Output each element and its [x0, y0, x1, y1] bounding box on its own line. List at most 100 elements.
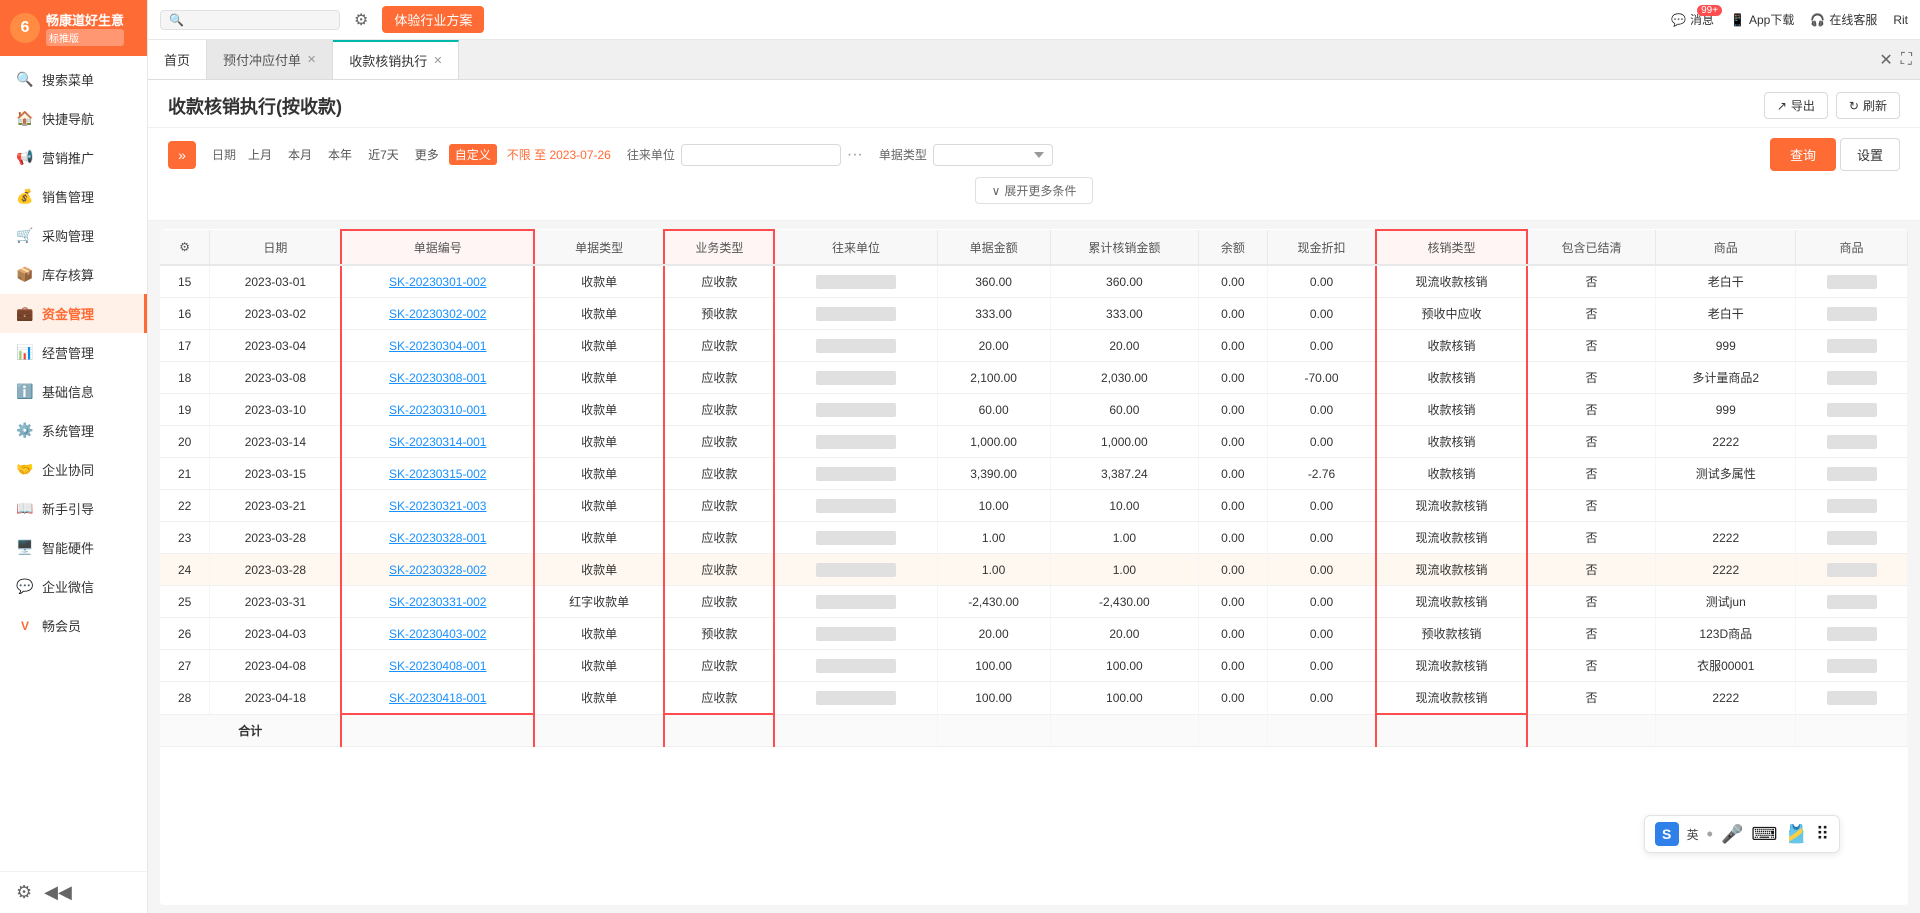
cell-cash-discount: 0.00 — [1267, 330, 1376, 362]
cell-doc-type: 收款单 — [534, 522, 664, 554]
tab-collection[interactable]: 收款核销执行 ✕ — [333, 40, 459, 79]
app-download-button[interactable]: 📱 App下载 — [1730, 11, 1794, 28]
cell-cash-discount: 0.00 — [1267, 522, 1376, 554]
last-month-btn[interactable]: 上月 — [242, 144, 278, 165]
topbar-search-input[interactable] — [188, 13, 318, 27]
cell-cancel-type: 收款核销 — [1376, 362, 1526, 394]
refresh-button[interactable]: ↻ 刷新 — [1836, 92, 1900, 119]
tab-maximize-button[interactable]: ⛶ — [1901, 51, 1912, 69]
doc-no-link[interactable]: SK-20230308-001 — [389, 371, 486, 385]
doc-no-link[interactable]: SK-20230403-002 — [389, 627, 486, 641]
cell-product2 — [1796, 650, 1908, 682]
date-filter-label: 日期 — [212, 146, 236, 163]
doc-no-link[interactable]: SK-20230315-002 — [389, 467, 486, 481]
cell-date: 2023-03-14 — [210, 426, 342, 458]
tab-payable[interactable]: 预付冲应付单 ✕ — [207, 40, 333, 79]
expand-more-button[interactable]: ∨ 展开更多条件 — [975, 177, 1094, 204]
sidebar-item-quicknav[interactable]: 🏠 快捷导航 — [0, 99, 147, 138]
doc-no-link[interactable]: SK-20230328-001 — [389, 531, 486, 545]
doc-no-link[interactable]: SK-20230331-002 — [389, 595, 486, 609]
cell-doc-amount: 1,000.00 — [937, 426, 1050, 458]
cell-include-settled: 否 — [1527, 394, 1656, 426]
filter-settings-button[interactable]: 设置 — [1840, 138, 1900, 171]
more-btn[interactable]: 更多 — [409, 144, 445, 165]
cell-date: 2023-03-10 — [210, 394, 342, 426]
this-year-btn[interactable]: 本年 — [322, 144, 358, 165]
custom-date-btn[interactable]: 自定义 — [449, 144, 497, 165]
cell-date: 2023-03-28 — [210, 554, 342, 586]
cell-doc-no: SK-20230302-002 — [341, 298, 534, 330]
cell-product2 — [1796, 362, 1908, 394]
sidebar-item-label: 企业微信 — [42, 577, 94, 596]
query-button[interactable]: 查询 — [1770, 138, 1836, 171]
sidebar-item-basic[interactable]: ℹ️ 基础信息 — [0, 372, 147, 411]
sidebar-item-guide[interactable]: 📖 新手引导 — [0, 489, 147, 528]
cell-doc-type: 收款单 — [534, 490, 664, 522]
sidebar-item-label: 快捷导航 — [42, 109, 94, 128]
settings-gear-icon[interactable]: ⚙ — [16, 882, 32, 903]
doctype-filter-select[interactable] — [933, 144, 1053, 166]
sidebar-item-label: 系统管理 — [42, 421, 94, 440]
cell-product: 多计量商品2 — [1656, 362, 1796, 394]
sidebar-item-corp[interactable]: 🤝 企业协同 — [0, 450, 147, 489]
filter-unit-item: 往来单位 ··· — [627, 144, 863, 166]
collapse-icon[interactable]: ◀◀ — [44, 882, 72, 903]
doc-no-link[interactable]: SK-20230418-001 — [389, 691, 486, 705]
doc-no-link[interactable]: SK-20230310-001 — [389, 403, 486, 417]
cell-no: 15 — [160, 265, 210, 298]
cell-product2 — [1796, 426, 1908, 458]
topbar-gear-icon[interactable]: ⚙ — [348, 10, 374, 30]
cell-unit — [774, 298, 937, 330]
sidebar: 6 畅康道好生意 标推版 🔍 搜索菜单 🏠 快捷导航 📢 营销推广 💰 销售管理… — [0, 0, 148, 913]
sidebar-item-sales[interactable]: 💰 销售管理 — [0, 177, 147, 216]
industry-solution-button[interactable]: 体验行业方案 — [382, 6, 484, 33]
filter-dots[interactable]: ··· — [847, 146, 863, 164]
unit-filter-input[interactable] — [681, 144, 841, 166]
last7-btn[interactable]: 近7天 — [362, 144, 405, 165]
sidebar-item-wechat[interactable]: 💬 企业微信 — [0, 567, 147, 606]
doc-no-link[interactable]: SK-20230302-002 — [389, 307, 486, 321]
sidebar-menu: 🔍 搜索菜单 🏠 快捷导航 📢 营销推广 💰 销售管理 🛒 采购管理 📦 库存核… — [0, 56, 147, 871]
doc-no-link[interactable]: SK-20230328-002 — [389, 563, 486, 577]
sidebar-item-search[interactable]: 🔍 搜索菜单 — [0, 60, 147, 99]
user-name[interactable]: Rit — [1893, 13, 1908, 27]
messages-button[interactable]: 💬 消息 99+ — [1671, 11, 1714, 28]
cell-doc-no: SK-20230310-001 — [341, 394, 534, 426]
col-include-settled: 包含已结清 — [1527, 230, 1656, 265]
sidebar-item-system[interactable]: ⚙️ 系统管理 — [0, 411, 147, 450]
sidebar-item-inventory[interactable]: 📦 库存核算 — [0, 255, 147, 294]
cell-balance: 0.00 — [1199, 682, 1267, 715]
sidebar-item-hardware[interactable]: 🖥️ 智能硬件 — [0, 528, 147, 567]
sidebar-item-finance[interactable]: 💼 资金管理 — [0, 294, 147, 333]
this-month-btn[interactable]: 本月 — [282, 144, 318, 165]
filter-expand-button[interactable]: » — [168, 141, 196, 169]
cell-include-settled: 否 — [1527, 586, 1656, 618]
cell-doc-no: SK-20230328-002 — [341, 554, 534, 586]
sidebar-logo: 6 畅康道好生意 标推版 — [0, 0, 147, 56]
sidebar-item-member[interactable]: V 畅会员 — [0, 606, 147, 645]
tab-close-all-button[interactable]: ✕ — [1879, 50, 1892, 70]
tab-payable-close[interactable]: ✕ — [307, 53, 316, 66]
sidebar-item-marketing[interactable]: 📢 营销推广 — [0, 138, 147, 177]
col-gear[interactable]: ⚙ — [160, 230, 210, 265]
doc-no-link[interactable]: SK-20230321-003 — [389, 499, 486, 513]
doc-no-link[interactable]: SK-20230301-002 — [389, 275, 486, 289]
doctype-filter-label: 单据类型 — [879, 146, 927, 163]
total-product — [1656, 714, 1796, 746]
doc-no-link[interactable]: SK-20230408-001 — [389, 659, 486, 673]
refresh-icon: ↻ — [1849, 99, 1859, 113]
cell-biz-type: 应收款 — [664, 490, 774, 522]
export-button[interactable]: ↗ 导出 — [1764, 92, 1828, 119]
hardware-icon: 🖥️ — [16, 539, 34, 557]
service-button[interactable]: 🎧 在线客服 — [1810, 11, 1877, 28]
sidebar-item-purchase[interactable]: 🛒 采购管理 — [0, 216, 147, 255]
cell-doc-type: 收款单 — [534, 265, 664, 298]
sidebar-item-operations[interactable]: 📊 经营管理 — [0, 333, 147, 372]
cell-no: 23 — [160, 522, 210, 554]
cell-balance: 0.00 — [1199, 458, 1267, 490]
tab-collection-close[interactable]: ✕ — [433, 54, 442, 67]
doc-no-link[interactable]: SK-20230304-001 — [389, 339, 486, 353]
tab-home[interactable]: 首页 — [148, 40, 207, 79]
doc-no-link[interactable]: SK-20230314-001 — [389, 435, 486, 449]
table-row: 25 2023-03-31 SK-20230331-002 红字收款单 应收款 … — [160, 586, 1908, 618]
